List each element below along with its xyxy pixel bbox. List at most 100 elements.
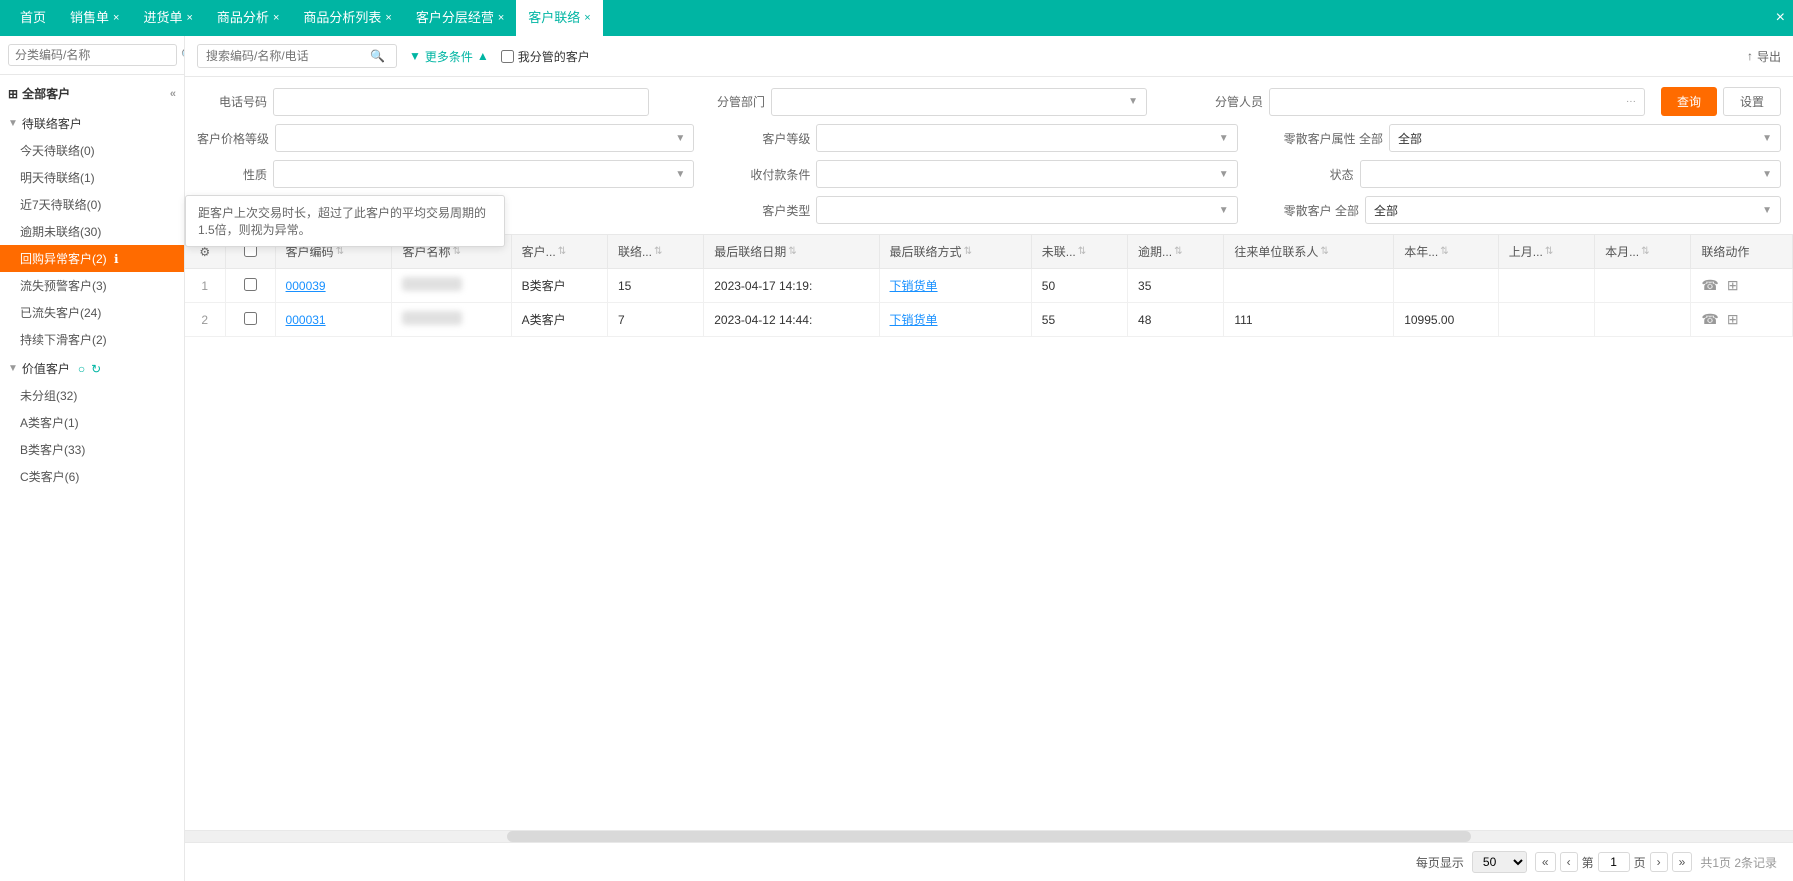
row-checkbox-cell[interactable]: [225, 269, 275, 303]
nav-goods-list[interactable]: 商品分析列表 ×: [291, 0, 403, 36]
payment-select[interactable]: ▼: [816, 160, 1237, 188]
row-checkbox[interactable]: [244, 312, 257, 325]
next-page-button[interactable]: ›: [1650, 852, 1668, 872]
sidebar-item-overdue[interactable]: 逾期未联络(30): [0, 218, 184, 245]
nav-sales[interactable]: 销售单 ×: [58, 0, 131, 36]
row-checkbox-cell[interactable]: [225, 303, 275, 337]
filter-search-input[interactable]: [206, 49, 366, 63]
sidebar-item-repurchase-abnormal[interactable]: 回购异常客户(2) ℹ: [0, 245, 184, 272]
last-page-button[interactable]: »: [1672, 852, 1693, 872]
section-pending-contact-header[interactable]: ▼ 待联络客户: [0, 110, 184, 137]
nav-home[interactable]: 首页: [8, 0, 58, 36]
row-checkbox[interactable]: [244, 278, 257, 291]
cell-company-contact: 111: [1224, 303, 1394, 337]
collapse-icon[interactable]: «: [170, 88, 176, 100]
sidebar-item-tomorrow[interactable]: 明天待联络(1): [0, 164, 184, 191]
sidebar-item-churned[interactable]: 已流失客户(24): [0, 299, 184, 326]
search-icon[interactable]: 🔍: [370, 49, 385, 63]
refresh-icon[interactable]: ↻: [91, 362, 101, 376]
section-value-customers-header[interactable]: ▼ 价值客户 ○ ↻: [0, 355, 184, 382]
my-customers-checkbox[interactable]: [501, 50, 514, 63]
top-navigation: 首页 销售单 × 进货单 × 商品分析 × 商品分析列表 × 客户分层经营 × …: [0, 0, 1793, 36]
query-button[interactable]: 查询: [1661, 87, 1717, 116]
more-conditions-btn[interactable]: ▼ 更多条件 ▲: [409, 48, 489, 65]
scrollbar-thumb[interactable]: [507, 831, 1472, 842]
manager-select[interactable]: ···: [1269, 88, 1645, 116]
customer-type-field: 客户类型 ▼: [740, 196, 1237, 224]
sidebar-item-ungrouped[interactable]: 未分组(32): [0, 382, 184, 409]
cell-code[interactable]: 000031: [275, 303, 392, 337]
chevron-down-icon: ▼: [675, 169, 685, 180]
sidebar-item-group-c[interactable]: C类客户(6): [0, 463, 184, 490]
col-contact-num[interactable]: 联络... ⇅: [607, 235, 703, 269]
nav-purchase[interactable]: 进货单 ×: [131, 0, 204, 36]
first-page-button[interactable]: «: [1535, 852, 1556, 872]
sidebar-all-customers[interactable]: ⊞ 全部客户 «: [0, 79, 184, 108]
cell-action: ☎ ⊞: [1691, 303, 1793, 337]
filter-bar: 🔍 ▼ 更多条件 ▲ 我分管的客户 ↑ 导出: [185, 36, 1793, 77]
more-action-icon[interactable]: ⊞: [1727, 311, 1739, 328]
customer-type-label: 客户类型: [740, 202, 810, 219]
export-button[interactable]: ↑ 导出: [1747, 48, 1781, 65]
cell-last-method[interactable]: 下销货单: [879, 303, 1031, 337]
contact-icon[interactable]: ☎: [1701, 311, 1718, 328]
close-goods-list-icon[interactable]: ×: [385, 0, 391, 36]
col-last-month[interactable]: 上月... ⇅: [1498, 235, 1594, 269]
edit-group-icon[interactable]: ○: [78, 362, 85, 376]
retail-attr-label: 零散客户属性 全部: [1284, 130, 1383, 147]
col-company-contact[interactable]: 往来单位联系人 ⇅: [1224, 235, 1394, 269]
customer-grade-select[interactable]: ▼: [816, 124, 1237, 152]
grid-icon: ⊞: [8, 87, 18, 101]
table-row: 2 000031 A类客户 7 2023-04-12 14:44:: [185, 303, 1793, 337]
close-purchase-icon[interactable]: ×: [186, 0, 192, 36]
sidebar-search-input[interactable]: [8, 44, 177, 66]
retail-attr-select[interactable]: 全部 ▼: [1389, 124, 1781, 152]
close-sales-icon[interactable]: ×: [113, 0, 119, 36]
sidebar-item-group-a[interactable]: A类客户(1): [0, 409, 184, 436]
window-close-icon[interactable]: ×: [1776, 9, 1785, 27]
page-number-input[interactable]: [1598, 852, 1630, 872]
sidebar-item-week[interactable]: 近7天待联络(0): [0, 191, 184, 218]
col-this-month[interactable]: 本月... ⇅: [1595, 235, 1691, 269]
customer-type-select[interactable]: ▼: [816, 196, 1237, 224]
sidebar-item-group-b[interactable]: B类客户(33): [0, 436, 184, 463]
nav-customer-tier[interactable]: 客户分层经营 ×: [404, 0, 516, 36]
sidebar-item-churn-warning[interactable]: 流失预警客户(3): [0, 272, 184, 299]
phone-input[interactable]: [273, 88, 649, 116]
sidebar-item-declining[interactable]: 持续下滑客户(2): [0, 326, 184, 353]
cell-name: [392, 269, 511, 303]
col-overdue[interactable]: 逾期... ⇅: [1128, 235, 1224, 269]
col-uncontacted[interactable]: 未联... ⇅: [1031, 235, 1127, 269]
nav-goods-analysis[interactable]: 商品分析 ×: [205, 0, 291, 36]
col-last-contact-date[interactable]: 最后联络日期 ⇅: [704, 235, 879, 269]
close-customer-tier-icon[interactable]: ×: [498, 0, 504, 36]
cell-last-method[interactable]: 下销货单: [879, 269, 1031, 303]
filter-search-box: 🔍: [197, 44, 397, 68]
status-select[interactable]: ▼: [1360, 160, 1781, 188]
nav-customer-contact[interactable]: 客户联络 ×: [516, 0, 602, 36]
horizontal-scrollbar[interactable]: [185, 830, 1793, 842]
close-customer-contact-icon[interactable]: ×: [584, 0, 590, 36]
payment-label: 收付款条件: [740, 166, 810, 183]
more-action-icon[interactable]: ⊞: [1727, 277, 1739, 294]
retail-attr-field: 零散客户属性 全部 全部 ▼: [1284, 124, 1781, 152]
retail-customer-label: 零散客户 全部: [1284, 202, 1359, 219]
chevron-down-icon: ▼: [1762, 169, 1772, 180]
col-last-contact-method[interactable]: 最后联络方式 ⇅: [879, 235, 1031, 269]
nature-select[interactable]: ▼: [273, 160, 694, 188]
contact-icon[interactable]: ☎: [1701, 277, 1718, 294]
price-grade-select[interactable]: ▼: [275, 124, 694, 152]
per-page-select[interactable]: 50 100: [1472, 851, 1527, 873]
col-this-year[interactable]: 本年... ⇅: [1394, 235, 1499, 269]
col-type[interactable]: 客户... ⇅: [511, 235, 607, 269]
settings-button[interactable]: 设置: [1723, 87, 1781, 116]
retail-customer-select[interactable]: 全部 ▼: [1365, 196, 1781, 224]
cell-contact-num: 15: [607, 269, 703, 303]
sidebar-item-today[interactable]: 今天待联络(0): [0, 137, 184, 164]
prev-page-button[interactable]: ‹: [1560, 852, 1578, 872]
dept-select[interactable]: ▼: [771, 88, 1147, 116]
cell-code[interactable]: 000039: [275, 269, 392, 303]
filter-row-1: 电话号码 分管部门 ▼ 分管人员 ···: [197, 87, 1781, 116]
close-goods-analysis-icon[interactable]: ×: [273, 0, 279, 36]
dept-field: 分管部门 ▼: [695, 88, 1147, 116]
